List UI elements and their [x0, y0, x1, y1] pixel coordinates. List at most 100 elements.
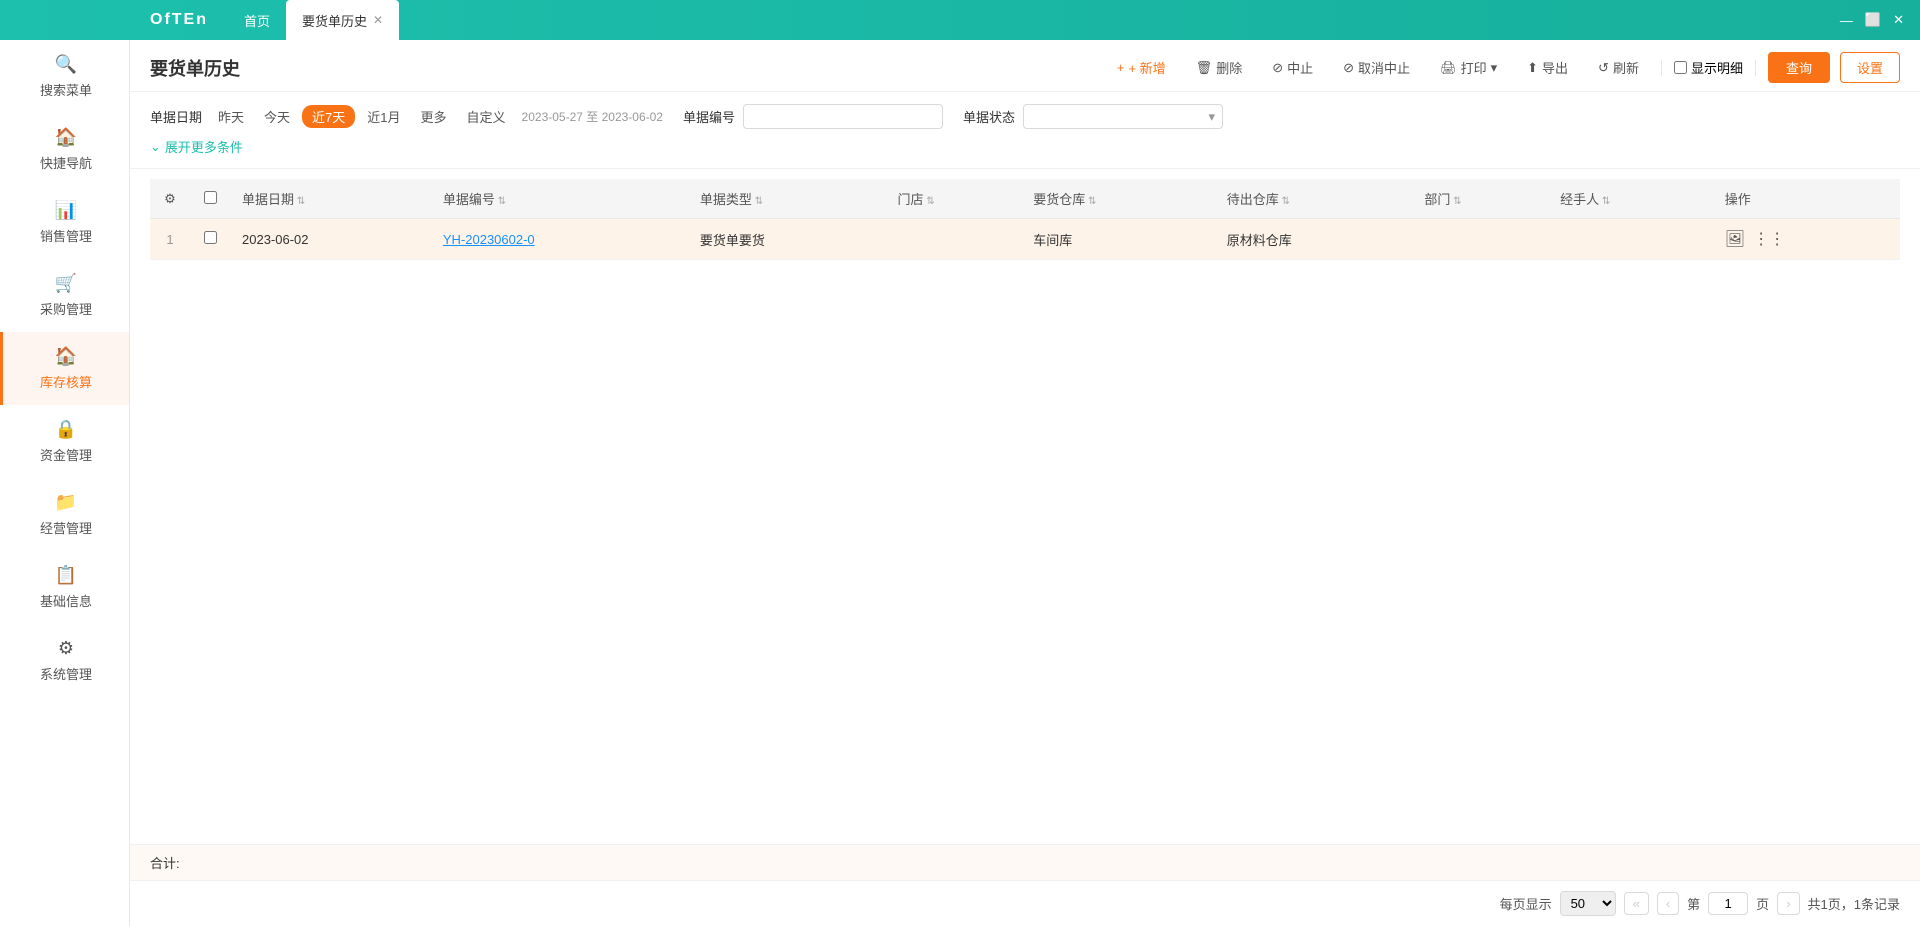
- sidebar-item-label: 资金管理: [40, 445, 92, 464]
- sidebar-item-label: 快捷导航: [40, 153, 92, 172]
- row-order-num[interactable]: YH-20230602-0: [431, 219, 688, 260]
- brand-logo: OfTEn: [130, 11, 228, 29]
- query-button[interactable]: 查询: [1768, 52, 1830, 83]
- col-order-type[interactable]: 单据类型: [688, 179, 886, 219]
- main-layout: 🔍 搜索菜单 🏠 快捷导航 📊 销售管理 🛒 采购管理 🏠 库存核算 🔒 资金管…: [0, 40, 1920, 926]
- export-icon: ⬆: [1527, 60, 1538, 76]
- settings-button[interactable]: 设置: [1840, 52, 1900, 83]
- table-row: 1 2023-06-02 YH-20230602-0 要货单要货 车间库 原材料…: [150, 219, 1900, 260]
- row-checkbox: [190, 219, 230, 260]
- search-icon: 🔍: [55, 54, 77, 75]
- row-date: 2023-06-02: [230, 219, 431, 260]
- sidebar-item-label: 经营管理: [40, 518, 92, 537]
- page-prefix: 第: [1687, 894, 1700, 913]
- order-num-link[interactable]: YH-20230602-0: [443, 232, 535, 247]
- col-store[interactable]: 门店: [885, 179, 1021, 219]
- close-window-btn[interactable]: ✕: [1893, 12, 1904, 28]
- more-action-icon[interactable]: ⋮⋮: [1753, 229, 1785, 249]
- new-button[interactable]: + + 新增: [1107, 53, 1176, 82]
- display-cells-label[interactable]: 显示明细: [1691, 58, 1743, 77]
- next-page-btn[interactable]: ›: [1777, 892, 1799, 915]
- sidebar-item-search[interactable]: 🔍 搜索菜单: [0, 40, 129, 113]
- filter-area: 单据日期 昨天 今天 近7天 近1月 更多 自定义 2023-05-27 至 2…: [130, 92, 1920, 169]
- order-num-input[interactable]: [743, 104, 943, 129]
- order-num-label: 单据编号: [683, 107, 735, 126]
- filter-row: 单据日期 昨天 今天 近7天 近1月 更多 自定义 2023-05-27 至 2…: [150, 104, 1900, 129]
- close-tab-icon[interactable]: ✕: [373, 13, 383, 27]
- row-from-warehouse: 车间库: [1021, 219, 1215, 260]
- col-order-num[interactable]: 单据编号: [431, 179, 688, 219]
- col-department[interactable]: 部门: [1412, 179, 1548, 219]
- divider2: [1755, 60, 1756, 76]
- print-button[interactable]: 🖨 打印 ▾: [1430, 53, 1507, 82]
- sidebar-item-inventory[interactable]: 🏠 库存核算: [0, 332, 129, 405]
- refresh-icon: ↺: [1598, 60, 1609, 76]
- minimize-btn[interactable]: —: [1840, 13, 1853, 28]
- tab-home[interactable]: 首页: [228, 0, 286, 40]
- date-btn-more[interactable]: 更多: [413, 105, 455, 128]
- first-page-btn[interactable]: «: [1624, 892, 1649, 915]
- date-btn-7days[interactable]: 近7天: [302, 105, 355, 128]
- cancel-stop-button[interactable]: ⊘ 取消中止: [1333, 53, 1420, 82]
- toolbar: + + 新增 🗑 删除 ⊘ 中止 ⊘ 取消中止 🖨 打印: [1107, 52, 1900, 83]
- col-action: 操作: [1713, 179, 1900, 219]
- folder-icon: 📁: [55, 492, 77, 513]
- page-summary: 共1页，1条记录: [1808, 894, 1900, 913]
- page-suffix: 页: [1756, 894, 1769, 913]
- date-btn-custom[interactable]: 自定义: [459, 105, 514, 128]
- tab-order-history[interactable]: 要货单历史 ✕: [286, 0, 399, 40]
- row-store: [885, 219, 1021, 260]
- date-btn-today[interactable]: 今天: [256, 105, 298, 128]
- page-input[interactable]: [1708, 892, 1748, 915]
- divider: [1661, 60, 1662, 76]
- page-header: 要货单历史 + + 新增 🗑 删除 ⊘ 中止 ⊘ 取消中止: [130, 40, 1920, 92]
- lock-icon: 🔒: [55, 419, 77, 440]
- stop-button[interactable]: ⊘ 中止: [1262, 53, 1323, 82]
- table-container: ⚙ 单据日期 单据编号 单据类型 门店 要货仓库 待出仓库 部门 经手人 操作: [130, 169, 1920, 844]
- print-icon: 🖨: [1440, 60, 1457, 76]
- sidebar-item-shortcut[interactable]: 🏠 快捷导航: [0, 113, 129, 186]
- col-handler[interactable]: 经手人: [1548, 179, 1713, 219]
- status-select-wrapper: [1023, 104, 1223, 129]
- col-settings[interactable]: ⚙: [150, 179, 190, 219]
- row-to-warehouse: 原材料仓库: [1215, 219, 1413, 260]
- order-num-group: 单据编号: [683, 104, 943, 129]
- maximize-btn[interactable]: ⬜: [1865, 12, 1881, 28]
- select-all-checkbox[interactable]: [204, 191, 217, 204]
- expand-filter[interactable]: ⌄ 展开更多条件: [150, 137, 1900, 156]
- col-to-warehouse[interactable]: 待出仓库: [1215, 179, 1413, 219]
- col-from-warehouse[interactable]: 要货仓库: [1021, 179, 1215, 219]
- expand-label: 展开更多条件: [165, 137, 243, 156]
- data-table: ⚙ 单据日期 单据编号 单据类型 门店 要货仓库 待出仓库 部门 经手人 操作: [150, 179, 1900, 260]
- export-button[interactable]: ⬆ 导出: [1517, 53, 1578, 82]
- col-checkbox: [190, 179, 230, 219]
- refresh-button[interactable]: ↺ 刷新: [1588, 53, 1649, 82]
- sidebar-item-system[interactable]: ⚙ 系统管理: [0, 624, 129, 697]
- plus-icon: +: [1117, 60, 1125, 75]
- sidebar-item-label: 采购管理: [40, 299, 92, 318]
- stop-icon: ⊘: [1272, 60, 1283, 76]
- chevron-down-icon: ⌄: [150, 139, 161, 155]
- table-footer: 合计:: [130, 844, 1920, 880]
- window-controls: — ⬜ ✕: [1840, 12, 1920, 28]
- col-date[interactable]: 单据日期: [230, 179, 431, 219]
- date-label: 单据日期: [150, 107, 202, 126]
- sidebar-item-basic-info[interactable]: 📋 基础信息: [0, 551, 129, 624]
- row-order-type: 要货单要货: [688, 219, 886, 260]
- status-select[interactable]: [1023, 104, 1223, 129]
- row-select-checkbox[interactable]: [204, 231, 217, 244]
- date-btn-yesterday[interactable]: 昨天: [210, 105, 252, 128]
- sidebar-item-purchase[interactable]: 🛒 采购管理: [0, 259, 129, 332]
- pagination: 每页显示 50 100 « ‹ 第 页 › 共1页，1条记录: [130, 880, 1920, 926]
- sidebar-item-operations[interactable]: 📁 经营管理: [0, 478, 129, 551]
- display-cells-checkbox[interactable]: [1674, 61, 1687, 74]
- sidebar-item-sales[interactable]: 📊 销售管理: [0, 186, 129, 259]
- delete-button[interactable]: 🗑 删除: [1186, 53, 1253, 82]
- date-range: 2023-05-27 至 2023-06-02: [522, 108, 663, 125]
- status-group: 单据状态: [963, 104, 1223, 129]
- date-btn-1month[interactable]: 近1月: [359, 105, 408, 128]
- sidebar-item-finance[interactable]: 🔒 资金管理: [0, 405, 129, 478]
- prev-page-btn[interactable]: ‹: [1657, 892, 1679, 915]
- per-page-select[interactable]: 50 100: [1560, 891, 1616, 916]
- view-action-icon[interactable]: 🖼: [1725, 229, 1745, 249]
